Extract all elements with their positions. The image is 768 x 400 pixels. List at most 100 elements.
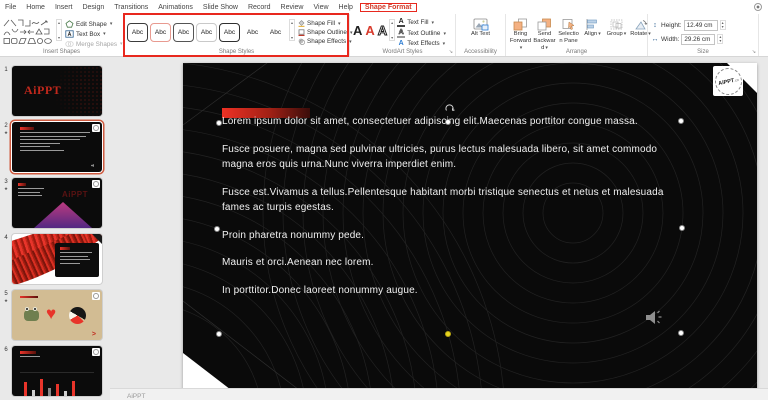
text-fill-button[interactable]: A Text Fill ▾ [397, 18, 446, 27]
shape-width-icon: ↔ [651, 35, 659, 43]
shape-fill-button[interactable]: Shape Fill ▾ [298, 20, 352, 27]
shape-outline-button[interactable]: Shape Outline ▾ [298, 29, 352, 36]
shape-style-preset-2[interactable]: Abc [150, 22, 171, 42]
body-text-box[interactable]: Lorem ipsum dolor sit amet, consectetuer… [222, 114, 684, 310]
ribbon-options-icon[interactable] [754, 3, 762, 11]
tab-shape-format[interactable]: Shape Format [359, 2, 417, 12]
wordart-scrollbar[interactable]: ▴ ▾ [389, 19, 396, 41]
selection-pane-button[interactable]: Selection Pane [557, 18, 580, 45]
group-label-accessibility: Accessibility [464, 49, 497, 55]
slide-thumbnail-3[interactable]: AiPPT [12, 178, 102, 228]
height-input[interactable] [683, 19, 718, 31]
menu-transitions[interactable]: Transitions [109, 3, 153, 12]
watermark-badge [92, 292, 100, 300]
shape-style-gallery: Abc Abc Abc Abc Abc Abc Abc [127, 22, 286, 42]
rotate-handle[interactable] [444, 103, 455, 114]
menu-design[interactable]: Design [77, 3, 109, 12]
group-label-shape-styles: Shape Styles [218, 49, 255, 55]
bring-forward-button[interactable]: Bring Forward▾ [509, 18, 532, 53]
audio-speaker-icon[interactable] [645, 309, 665, 326]
width-input[interactable] [681, 33, 716, 45]
menu-animations[interactable]: Animations [153, 3, 198, 12]
handle-top-center[interactable] [445, 119, 451, 125]
menu-view[interactable]: View [308, 3, 333, 12]
menu-file[interactable]: File [0, 3, 21, 12]
shape-row-lines-icon[interactable] [3, 19, 53, 27]
menu-review[interactable]: Review [276, 3, 309, 12]
send-backward-button[interactable]: Send Backward▾ [533, 18, 556, 53]
slide-thumbnail-2-selected[interactable] [12, 122, 102, 172]
watermark-badge [92, 124, 100, 132]
slide-thumb-row-4: 4 [0, 234, 110, 284]
slide-panel: 1 AiPPT 2 ★ 3 ★ AiPPT 4 5 ★ ♥ > 6 [0, 57, 110, 400]
scroll-down-icon[interactable]: ▾ [391, 35, 393, 40]
merge-shapes-button[interactable]: Merge Shapes ▾ [65, 40, 123, 48]
shape-style-preset-4[interactable]: Abc [196, 22, 217, 42]
shape-gallery-scrollbar[interactable]: ▴ ▾ [56, 19, 63, 41]
text-outline-button[interactable]: A Text Outline ▾ [397, 29, 446, 38]
notes-strip[interactable]: AiPPT [110, 388, 768, 400]
shape-row-basic-icon[interactable] [3, 37, 53, 45]
align-button[interactable]: Align▾ [581, 18, 604, 38]
heart-icon: ♥ [46, 304, 57, 323]
shape-style-preset-1[interactable]: Abc [127, 22, 148, 42]
triangle-graphic [34, 202, 92, 228]
slide-number: 5 [4, 291, 8, 297]
alt-text-button[interactable]: Alt Text [471, 18, 490, 38]
slide-thumbnail-5[interactable]: ♥ > [12, 290, 102, 340]
shape-gallery[interactable] [3, 19, 53, 47]
wordart-preset-2[interactable]: A [365, 24, 374, 37]
handle-top-left[interactable] [216, 120, 222, 126]
adjust-handle-bottom-center[interactable] [445, 331, 451, 337]
group-wordart-styles: A A A ▴ ▾ A Text Fill ▾ A Text Outline ▾ [350, 14, 456, 56]
slide-thumbnail-6[interactable] [12, 346, 102, 396]
shape-row-connectors-icon[interactable] [3, 28, 53, 36]
shape-style-preset-3[interactable]: Abc [173, 22, 194, 42]
scroll-up-icon[interactable]: ▴ [291, 20, 293, 25]
menu-record[interactable]: Record [243, 3, 276, 12]
slide-thumbnail-1[interactable]: AiPPT [12, 66, 102, 116]
slide-thumbnail-4[interactable] [12, 234, 102, 284]
handle-bottom-right[interactable] [678, 330, 684, 336]
handle-bottom-left[interactable] [216, 331, 222, 337]
group-objects-icon [610, 19, 623, 30]
caret-icon: ▾ [338, 20, 341, 27]
edit-shape-icon [65, 20, 74, 28]
scroll-up-icon[interactable]: ▴ [58, 20, 60, 25]
height-spinner[interactable]: ▴ ▾ [719, 20, 726, 30]
shape-effects-icon [298, 38, 305, 45]
text-outline-icon: A [397, 29, 406, 38]
group-label-size: Size [697, 49, 709, 55]
edit-shape-button[interactable]: Edit Shape ▾ [65, 20, 122, 28]
handle-top-right[interactable] [678, 118, 684, 124]
current-slide[interactable]: AiPPT .cn Lorem ipsum dolor sit amet, con… [183, 63, 757, 393]
width-spinner[interactable]: ▴ ▾ [717, 34, 724, 44]
shape-effects-button[interactable]: Shape Effects ▾ [298, 38, 352, 45]
caret-icon: ▾ [109, 21, 113, 27]
group-insert-shapes: ▴ ▾ Edit Shape ▾ Text Box ▾ Merge Shapes [0, 14, 124, 56]
menu-insert[interactable]: Insert [50, 3, 78, 12]
text-effects-button[interactable]: A Text Effects ▾ [397, 40, 446, 47]
menu-slide-show[interactable]: Slide Show [198, 3, 243, 12]
shape-style-scrollbar[interactable]: ▴ ▾ [289, 19, 296, 41]
menu-help[interactable]: Help [334, 3, 358, 12]
wordart-preset-3[interactable]: A [377, 23, 387, 37]
group-objects-button[interactable]: Group▾ [605, 18, 628, 38]
caret-icon: ▾ [119, 41, 123, 47]
handle-middle-left[interactable] [214, 226, 220, 232]
slide-number: 6 [4, 347, 8, 353]
scroll-down-icon[interactable]: ▾ [58, 35, 60, 40]
scroll-down-icon[interactable]: ▾ [291, 35, 293, 40]
scroll-up-icon[interactable]: ▴ [391, 20, 393, 25]
text-box-button[interactable]: Text Box ▾ [65, 30, 122, 38]
caret-icon: ▾ [623, 31, 627, 37]
group-label-insert-shapes: Insert Shapes [42, 49, 81, 55]
shape-style-preset-7[interactable]: Abc [265, 22, 286, 42]
wordart-preset-1[interactable]: A [353, 24, 362, 37]
slide-number: 4 [4, 235, 8, 241]
handle-middle-right[interactable] [679, 225, 685, 231]
shape-style-preset-6[interactable]: Abc [242, 22, 263, 42]
workspace: 1 AiPPT 2 ★ 3 ★ AiPPT 4 5 ★ ♥ > 6 AiPPT … [0, 57, 768, 400]
shape-style-preset-5[interactable]: Abc [219, 22, 240, 42]
menu-home[interactable]: Home [21, 3, 50, 12]
